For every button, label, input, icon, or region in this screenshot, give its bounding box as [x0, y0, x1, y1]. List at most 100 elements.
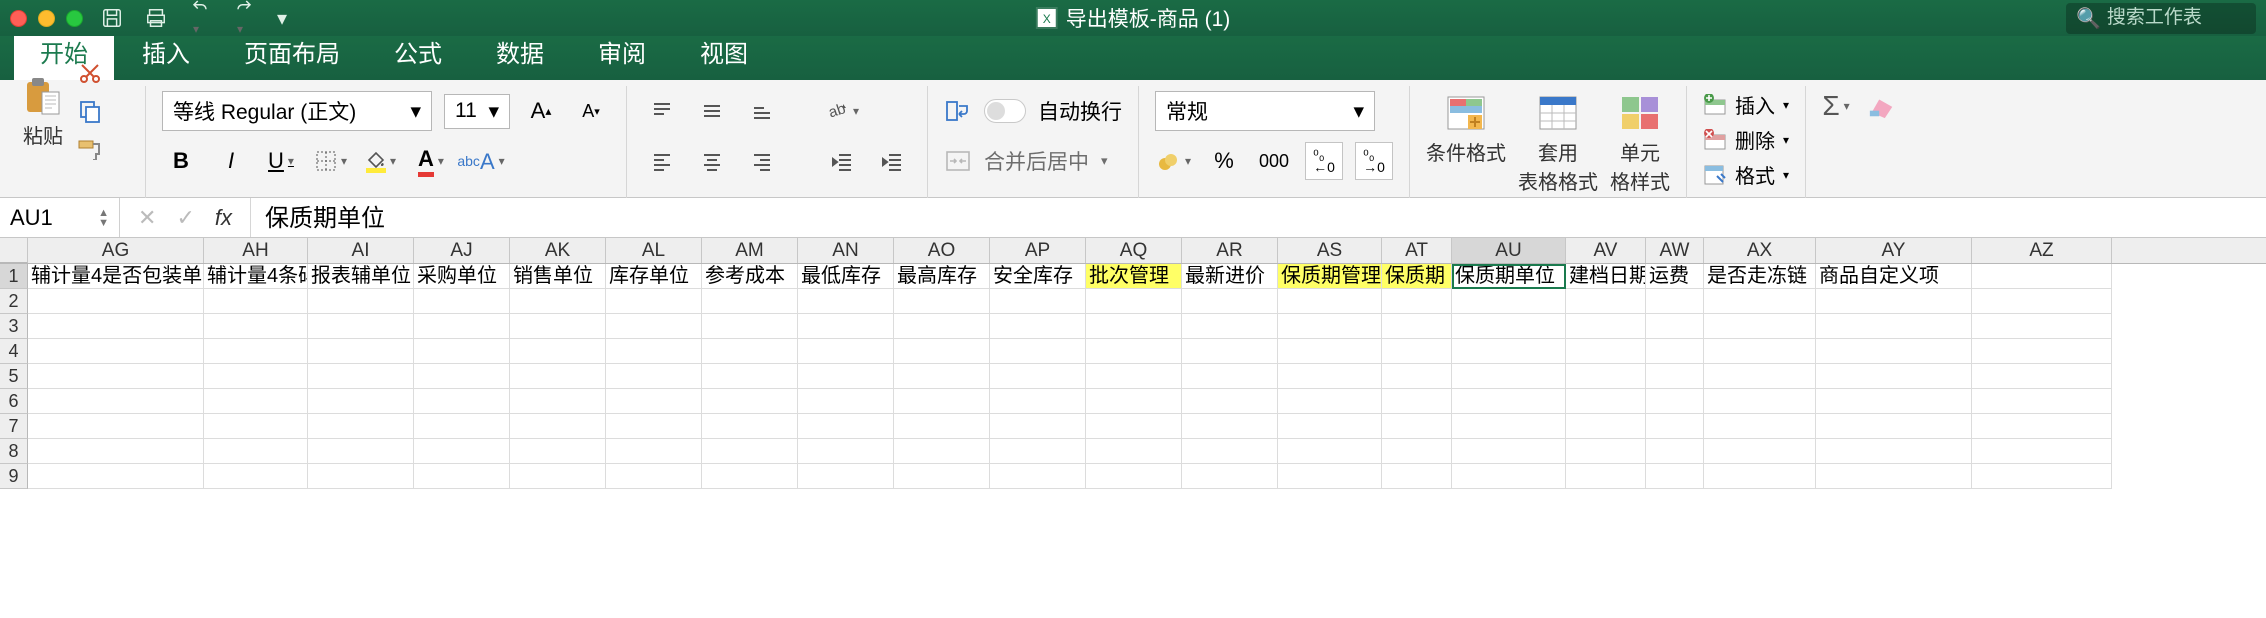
cell-AV3[interactable]	[1566, 314, 1646, 339]
cell-AO6[interactable]	[894, 389, 990, 414]
cell-AI1[interactable]: 报表辅单位	[308, 264, 414, 289]
cell-AS3[interactable]	[1278, 314, 1382, 339]
cell-AX5[interactable]	[1704, 364, 1816, 389]
cell-AQ4[interactable]	[1086, 339, 1182, 364]
row-header-1[interactable]: 1	[0, 264, 28, 289]
enter-formula-icon[interactable]: ✓	[176, 205, 194, 231]
cell-AX4[interactable]	[1704, 339, 1816, 364]
clear-button[interactable]	[1868, 92, 1896, 120]
cell-AP8[interactable]	[990, 439, 1086, 464]
cell-AM4[interactable]	[702, 339, 798, 364]
print-icon[interactable]	[145, 7, 167, 29]
cell-AJ1[interactable]: 采购单位	[414, 264, 510, 289]
align-center-icon[interactable]	[693, 142, 731, 180]
cell-AJ7[interactable]	[414, 414, 510, 439]
cell-AP3[interactable]	[990, 314, 1086, 339]
cell-AP5[interactable]	[990, 364, 1086, 389]
cell-AW4[interactable]	[1646, 339, 1704, 364]
cell-AW6[interactable]	[1646, 389, 1704, 414]
column-header-AU[interactable]: AU	[1452, 238, 1566, 263]
cell-AR4[interactable]	[1182, 339, 1278, 364]
cell-AU8[interactable]	[1452, 439, 1566, 464]
cell-AQ7[interactable]	[1086, 414, 1182, 439]
cell-AL8[interactable]	[606, 439, 702, 464]
cell-AH2[interactable]	[204, 289, 308, 314]
cell-AT6[interactable]	[1382, 389, 1452, 414]
row-header-7[interactable]: 7	[0, 414, 28, 439]
cell-AI2[interactable]	[308, 289, 414, 314]
cell-AY4[interactable]	[1816, 339, 1972, 364]
column-header-AY[interactable]: AY	[1816, 238, 1972, 263]
cell-AT2[interactable]	[1382, 289, 1452, 314]
cell-AN5[interactable]	[798, 364, 894, 389]
cell-AT1[interactable]: 保质期	[1382, 264, 1452, 289]
cell-AW8[interactable]	[1646, 439, 1704, 464]
cell-AW9[interactable]	[1646, 464, 1704, 489]
fill-color-button[interactable]	[362, 142, 400, 180]
column-header-AM[interactable]: AM	[702, 238, 798, 263]
cell-AX7[interactable]	[1704, 414, 1816, 439]
cell-AV6[interactable]	[1566, 389, 1646, 414]
decrease-decimal-button[interactable]: ⁰₀→0	[1355, 142, 1393, 180]
cell-AM8[interactable]	[702, 439, 798, 464]
cell-AS9[interactable]	[1278, 464, 1382, 489]
cell-AK7[interactable]	[510, 414, 606, 439]
cell-AH7[interactable]	[204, 414, 308, 439]
column-header-AR[interactable]: AR	[1182, 238, 1278, 263]
autosum-button[interactable]: Σ	[1822, 92, 1850, 120]
borders-button[interactable]	[312, 142, 350, 180]
cell-AX8[interactable]	[1704, 439, 1816, 464]
cell-AS2[interactable]	[1278, 289, 1382, 314]
cell-AM9[interactable]	[702, 464, 798, 489]
cell-AJ4[interactable]	[414, 339, 510, 364]
cell-AQ1[interactable]: 批次管理	[1086, 264, 1182, 289]
cell-AJ3[interactable]	[414, 314, 510, 339]
cell-AR9[interactable]	[1182, 464, 1278, 489]
cell-AP1[interactable]: 安全库存	[990, 264, 1086, 289]
cell-AU2[interactable]	[1452, 289, 1566, 314]
column-header-AV[interactable]: AV	[1566, 238, 1646, 263]
cell-AR3[interactable]	[1182, 314, 1278, 339]
cell-AL6[interactable]	[606, 389, 702, 414]
cell-AH5[interactable]	[204, 364, 308, 389]
cell-AL7[interactable]	[606, 414, 702, 439]
cell-AH9[interactable]	[204, 464, 308, 489]
decrease-font-icon[interactable]: A▾	[572, 92, 610, 130]
cell-AR8[interactable]	[1182, 439, 1278, 464]
column-header-AG[interactable]: AG	[28, 238, 204, 263]
cell-AN2[interactable]	[798, 289, 894, 314]
delete-cells-button[interactable]: 删除▾	[1703, 125, 1789, 154]
cell-AG4[interactable]	[28, 339, 204, 364]
cell-AZ3[interactable]	[1972, 314, 2112, 339]
cell-AH6[interactable]	[204, 389, 308, 414]
qat-customize-icon[interactable]: ▾	[277, 6, 287, 31]
format-as-table-button[interactable]: 套用 表格格式	[1518, 90, 1598, 195]
column-header-AN[interactable]: AN	[798, 238, 894, 263]
cell-AW1[interactable]: 运费	[1646, 264, 1704, 289]
cell-AZ4[interactable]	[1972, 339, 2112, 364]
row-header-3[interactable]: 3	[0, 314, 28, 339]
cell-AI7[interactable]	[308, 414, 414, 439]
row-header-2[interactable]: 2	[0, 289, 28, 314]
increase-decimal-button[interactable]: ⁰₀←0	[1305, 142, 1343, 180]
column-header-AX[interactable]: AX	[1704, 238, 1816, 263]
cell-AK4[interactable]	[510, 339, 606, 364]
cell-AN1[interactable]: 最低库存	[798, 264, 894, 289]
cell-AS6[interactable]	[1278, 389, 1382, 414]
conditional-format-button[interactable]: 条件格式	[1426, 90, 1506, 166]
wrap-toggle[interactable]	[984, 99, 1026, 123]
cell-AV5[interactable]	[1566, 364, 1646, 389]
number-format-combo[interactable]: 常规▾	[1155, 91, 1375, 131]
font-color-button[interactable]: A	[412, 142, 450, 180]
cell-AW2[interactable]	[1646, 289, 1704, 314]
underline-button[interactable]: U	[262, 142, 300, 180]
cell-AZ2[interactable]	[1972, 289, 2112, 314]
cell-AM3[interactable]	[702, 314, 798, 339]
cell-AK5[interactable]	[510, 364, 606, 389]
zoom-window-button[interactable]	[66, 10, 83, 27]
cell-AM1[interactable]: 参考成本	[702, 264, 798, 289]
search-input[interactable]	[2107, 7, 2246, 29]
cell-AG3[interactable]	[28, 314, 204, 339]
cell-AT9[interactable]	[1382, 464, 1452, 489]
column-header-AI[interactable]: AI	[308, 238, 414, 263]
